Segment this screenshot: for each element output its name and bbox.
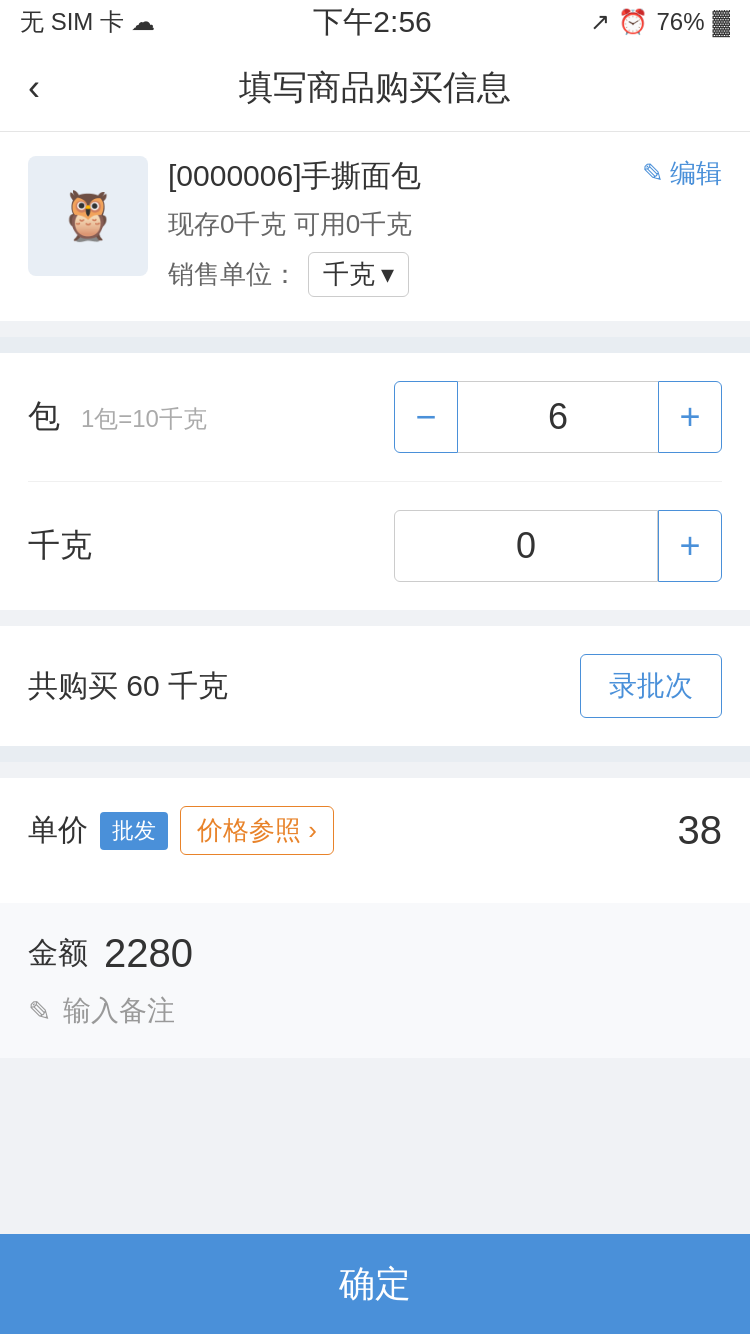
record-batch-button[interactable]: 录批次 <box>580 654 722 718</box>
status-bar-left: 无 SIM 卡 ☁ <box>20 6 155 38</box>
bao-row: 包 1包=10千克 − + <box>28 353 722 482</box>
location-icon: ↗ <box>590 8 610 36</box>
kg-row: 千克 + <box>28 482 722 610</box>
edit-button[interactable]: ✎ 编辑 <box>642 156 722 191</box>
bao-hint: 1包=10千克 <box>81 405 207 432</box>
kg-controls: + <box>394 510 722 582</box>
price-ref-button[interactable]: 价格参照 › <box>180 806 334 855</box>
price-value: 38 <box>678 808 723 853</box>
kg-label: 千克 <box>28 524 394 568</box>
sim-text: 无 SIM 卡 ☁ <box>20 6 155 38</box>
bao-label-group: 包 1包=10千克 <box>28 395 394 439</box>
battery-text: 76% <box>656 8 704 36</box>
pencil-icon: ✎ <box>28 995 51 1028</box>
kg-plus-button[interactable]: + <box>658 510 722 582</box>
bao-minus-button[interactable]: − <box>394 381 458 453</box>
product-card: 🦉 [0000006]手撕面包 现存0千克 可用0千克 销售单位： 千克 ▾ ✎… <box>0 132 750 321</box>
product-name: [0000006]手撕面包 <box>168 156 622 197</box>
battery-icon: ▓ <box>712 8 730 36</box>
status-bar-time: 下午2:56 <box>313 2 431 43</box>
product-image: 🦉 <box>28 156 148 276</box>
status-bar-right: ↗ ⏰ 76% ▓ <box>590 8 730 36</box>
edit-icon: ✎ <box>642 158 664 189</box>
bao-input[interactable] <box>458 381 658 453</box>
unit-value: 千克 <box>323 257 375 292</box>
amount-section: 金额 2280 ✎ 输入备注 <box>0 903 750 1058</box>
summary-section: 共购买 60 千克 录批次 <box>0 626 750 746</box>
bao-controls: − + <box>394 381 722 453</box>
input-section: 包 1包=10千克 − + 千克 + <box>0 353 750 610</box>
price-label: 单价 <box>28 810 88 851</box>
bao-plus-button[interactable]: + <box>658 381 722 453</box>
unit-selector[interactable]: 千克 ▾ <box>308 252 409 297</box>
divider-1 <box>0 337 750 353</box>
note-placeholder: 输入备注 <box>63 992 175 1030</box>
nav-bar: ‹ 填写商品购买信息 <box>0 44 750 132</box>
unit-dropdown-icon: ▾ <box>381 259 394 290</box>
bao-label: 包 <box>28 398 60 434</box>
edit-label: 编辑 <box>670 156 722 191</box>
price-row: 单价 批发 价格参照 › 38 <box>28 806 722 855</box>
price-left: 单价 批发 价格参照 › <box>28 806 334 855</box>
unit-label: 销售单位： <box>168 257 298 292</box>
confirm-button[interactable]: 确定 <box>0 1234 750 1334</box>
divider-2 <box>0 746 750 762</box>
price-section: 单价 批发 价格参照 › 38 <box>0 778 750 903</box>
status-bar: 无 SIM 卡 ☁ 下午2:56 ↗ ⏰ 76% ▓ <box>0 0 750 44</box>
amount-value: 2280 <box>104 931 193 976</box>
product-unit-row: 销售单位： 千克 ▾ <box>168 252 622 297</box>
note-row[interactable]: ✎ 输入备注 <box>28 992 722 1030</box>
amount-row: 金额 2280 <box>28 931 722 976</box>
amount-label: 金额 <box>28 933 88 974</box>
page-title: 填写商品购买信息 <box>239 65 511 111</box>
wholesale-tag: 批发 <box>100 812 168 850</box>
kg-input[interactable] <box>394 510 658 582</box>
product-logo: 🦉 <box>58 188 118 244</box>
back-button[interactable]: ‹ <box>28 67 40 109</box>
product-info: [0000006]手撕面包 现存0千克 可用0千克 销售单位： 千克 ▾ <box>168 156 622 297</box>
summary-text: 共购买 60 千克 <box>28 666 228 707</box>
product-stock: 现存0千克 可用0千克 <box>168 207 622 242</box>
alarm-icon: ⏰ <box>618 8 648 36</box>
